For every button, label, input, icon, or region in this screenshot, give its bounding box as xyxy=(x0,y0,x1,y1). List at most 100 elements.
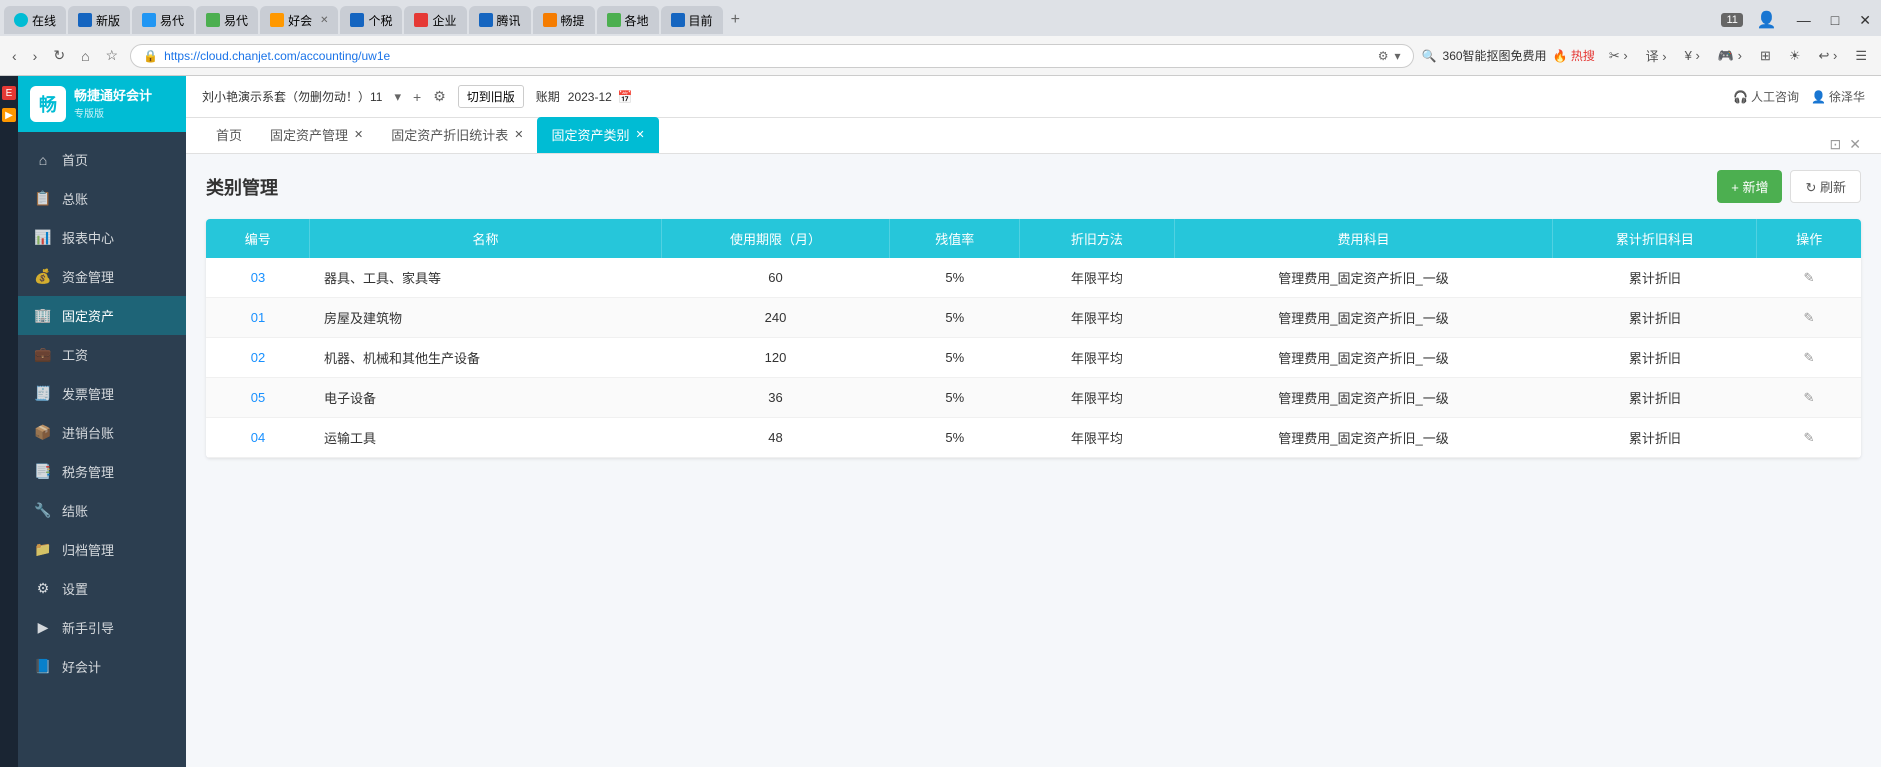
menu-tool[interactable]: ☰ xyxy=(1849,45,1873,67)
cell-action[interactable]: ✎ xyxy=(1757,298,1861,338)
edit-icon[interactable]: ✎ xyxy=(1804,270,1815,285)
scissors-tool[interactable]: ✂ › xyxy=(1603,45,1634,67)
sidebar-item-settings[interactable]: ⚙ 设置 xyxy=(18,569,186,608)
edit-icon[interactable]: ✎ xyxy=(1804,430,1815,445)
dropdown-arrow[interactable]: ▾ xyxy=(394,89,401,105)
new-tab-button[interactable]: + xyxy=(725,9,746,31)
maximize-button[interactable]: □ xyxy=(1825,10,1845,30)
sidebar-item-report[interactable]: 📊 报表中心 xyxy=(18,218,186,257)
cell-code[interactable]: 03 xyxy=(206,258,310,298)
page-header: 类别管理 + 新增 ↻ 刷新 xyxy=(206,170,1861,203)
page-tab-depreciation[interactable]: 固定资产折旧统计表 ✕ xyxy=(377,117,537,153)
edit-icon[interactable]: ✎ xyxy=(1804,350,1815,365)
profile-icon[interactable]: 👤 xyxy=(1751,8,1783,32)
bookmark-button[interactable]: ☆ xyxy=(102,43,123,68)
archive-icon: 📁 xyxy=(34,541,52,558)
cell-action[interactable]: ✎ xyxy=(1757,258,1861,298)
tab-close-depreciation[interactable]: ✕ xyxy=(514,128,523,141)
wallet-tool[interactable]: ¥ › xyxy=(1679,45,1706,66)
browser-tab-tax[interactable]: 个税 xyxy=(340,6,402,34)
cell-code[interactable]: 05 xyxy=(206,378,310,418)
cell-code[interactable]: 02 xyxy=(206,338,310,378)
cell-code[interactable]: 04 xyxy=(206,418,310,458)
home-button[interactable]: ⌂ xyxy=(77,44,93,68)
page-tab-fixed-mgmt[interactable]: 固定资产管理 ✕ xyxy=(256,117,377,153)
fund-icon: 💰 xyxy=(34,268,52,285)
table-body: 03 器具、工具、家具等 60 5% 年限平均 管理费用_固定资产折旧_一级 累… xyxy=(206,258,1861,458)
user-avatar[interactable]: 👤 徐泽华 xyxy=(1811,88,1865,105)
reload-button[interactable]: ↻ xyxy=(49,43,69,68)
apps-tool[interactable]: ⊞ xyxy=(1754,45,1777,67)
close-window-button[interactable]: ✕ xyxy=(1853,10,1877,31)
browser-tab-hao[interactable]: 好会 ✕ xyxy=(260,6,338,34)
sidebar-item-guide[interactable]: ▶ 新手引导 xyxy=(18,608,186,647)
forward-button[interactable]: › xyxy=(29,44,42,68)
header-actions: + 新增 ↻ 刷新 xyxy=(1717,170,1861,203)
sidebar-item-invoice[interactable]: 🧾 发票管理 xyxy=(18,374,186,413)
browser-tab-enterprise[interactable]: 企业 xyxy=(404,6,466,34)
sidebar-item-settlement[interactable]: 🔧 结账 xyxy=(18,491,186,530)
mini-icon-1[interactable]: E xyxy=(2,86,16,100)
browser-tab-new[interactable]: 新版 xyxy=(68,6,130,34)
tab-close-fixed-mgmt[interactable]: ✕ xyxy=(354,128,363,141)
window-close-content-button[interactable]: ✕ xyxy=(1849,136,1861,153)
add-user-button[interactable]: + xyxy=(413,89,421,105)
mini-icon-2[interactable]: ▶ xyxy=(2,108,16,122)
sidebar-item-fund[interactable]: 💰 资金管理 xyxy=(18,257,186,296)
url-bar[interactable]: 🔒 https://cloud.chanjet.com/accounting/u… xyxy=(130,44,1413,68)
sidebar-item-tax[interactable]: 📑 税务管理 xyxy=(18,452,186,491)
game-tool[interactable]: 🎮 › xyxy=(1712,45,1748,67)
logo-sub: 专版版 xyxy=(74,105,152,120)
browser-tab-changte[interactable]: 畅提 xyxy=(533,6,595,34)
sidebar-item-home[interactable]: ⌂ 首页 xyxy=(18,140,186,179)
top-actions: 🎧 人工咨询 👤 徐泽华 xyxy=(1733,88,1865,105)
browser-tab-zaix[interactable]: 在线 xyxy=(4,6,66,34)
browser-tab-yid1[interactable]: 易代 xyxy=(132,6,194,34)
browser-tab-gedi[interactable]: 各地 xyxy=(597,6,659,34)
consultant-button[interactable]: 🎧 人工咨询 xyxy=(1733,88,1799,105)
minimize-button[interactable]: — xyxy=(1791,10,1817,30)
dropdown-icon[interactable]: ▾ xyxy=(1395,49,1401,63)
page-tab-home[interactable]: 首页 xyxy=(202,117,256,153)
cell-action[interactable]: ✎ xyxy=(1757,338,1861,378)
cell-action[interactable]: ✎ xyxy=(1757,378,1861,418)
tab-close-icon[interactable]: ✕ xyxy=(320,15,328,26)
table-row: 05 电子设备 36 5% 年限平均 管理费用_固定资产折旧_一级 累计折旧 ✎ xyxy=(206,378,1861,418)
sidebar-item-archive[interactable]: 📁 归档管理 xyxy=(18,530,186,569)
edit-icon[interactable]: ✎ xyxy=(1804,310,1815,325)
content-window-controls: ⊡ ✕ xyxy=(1830,136,1865,153)
cell-code[interactable]: 01 xyxy=(206,298,310,338)
page-tab-category[interactable]: 固定资产类别 ✕ xyxy=(537,117,658,153)
cell-action[interactable]: ✎ xyxy=(1757,418,1861,458)
refresh-button[interactable]: ↻ 刷新 xyxy=(1790,170,1861,203)
browser-tab-mq[interactable]: 目前 xyxy=(661,6,723,34)
browser-tab-tencent[interactable]: 腾讯 xyxy=(469,6,531,34)
back-button[interactable]: ‹ xyxy=(8,44,21,68)
cell-residual: 5% xyxy=(890,258,1020,298)
brightness-tool[interactable]: ☀ xyxy=(1783,45,1807,67)
search-bar[interactable]: 🔍 360智能抠图免费用 🔥 热搜 xyxy=(1422,47,1595,64)
edit-icon[interactable]: ✎ xyxy=(1804,390,1815,405)
sidebar-item-purchase[interactable]: 📦 进销台账 xyxy=(18,413,186,452)
cell-expense: 管理费用_固定资产折旧_一级 xyxy=(1174,298,1553,338)
calendar-icon[interactable]: 📅 xyxy=(618,90,633,104)
cell-period: 120 xyxy=(661,338,890,378)
switch-version-button[interactable]: 切到旧版 xyxy=(458,85,524,108)
search-icon: 🔍 xyxy=(1422,49,1437,63)
undo-tool[interactable]: ↩ › xyxy=(1813,45,1844,67)
top-bar: 刘小艳演示系套（勿删勿动！）11 ▾ + ⚙ 切到旧版 账期 2023-12 📅… xyxy=(186,76,1881,118)
sidebar-item-salary[interactable]: 💼 工资 xyxy=(18,335,186,374)
sidebar-item-fixed-asset[interactable]: 🏢 固定资产 xyxy=(18,296,186,335)
sidebar-item-help[interactable]: 📘 好会计 xyxy=(18,647,186,686)
headset-icon: 🎧 xyxy=(1733,90,1748,104)
translate-tool[interactable]: 译 › xyxy=(1640,43,1673,68)
purchase-icon: 📦 xyxy=(34,424,52,441)
tab-close-category[interactable]: ✕ xyxy=(636,128,645,141)
browser-tab-yid2[interactable]: 易代 xyxy=(196,6,258,34)
sidebar-item-ledger[interactable]: 📋 总账 xyxy=(18,179,186,218)
add-button[interactable]: + 新增 xyxy=(1717,170,1782,203)
window-restore-button[interactable]: ⊡ xyxy=(1830,136,1842,153)
site-settings-icon[interactable]: ⚙ xyxy=(1378,49,1389,63)
settings-gear-button[interactable]: ⚙ xyxy=(433,88,446,105)
user-avatar-icon: 👤 xyxy=(1811,90,1826,104)
